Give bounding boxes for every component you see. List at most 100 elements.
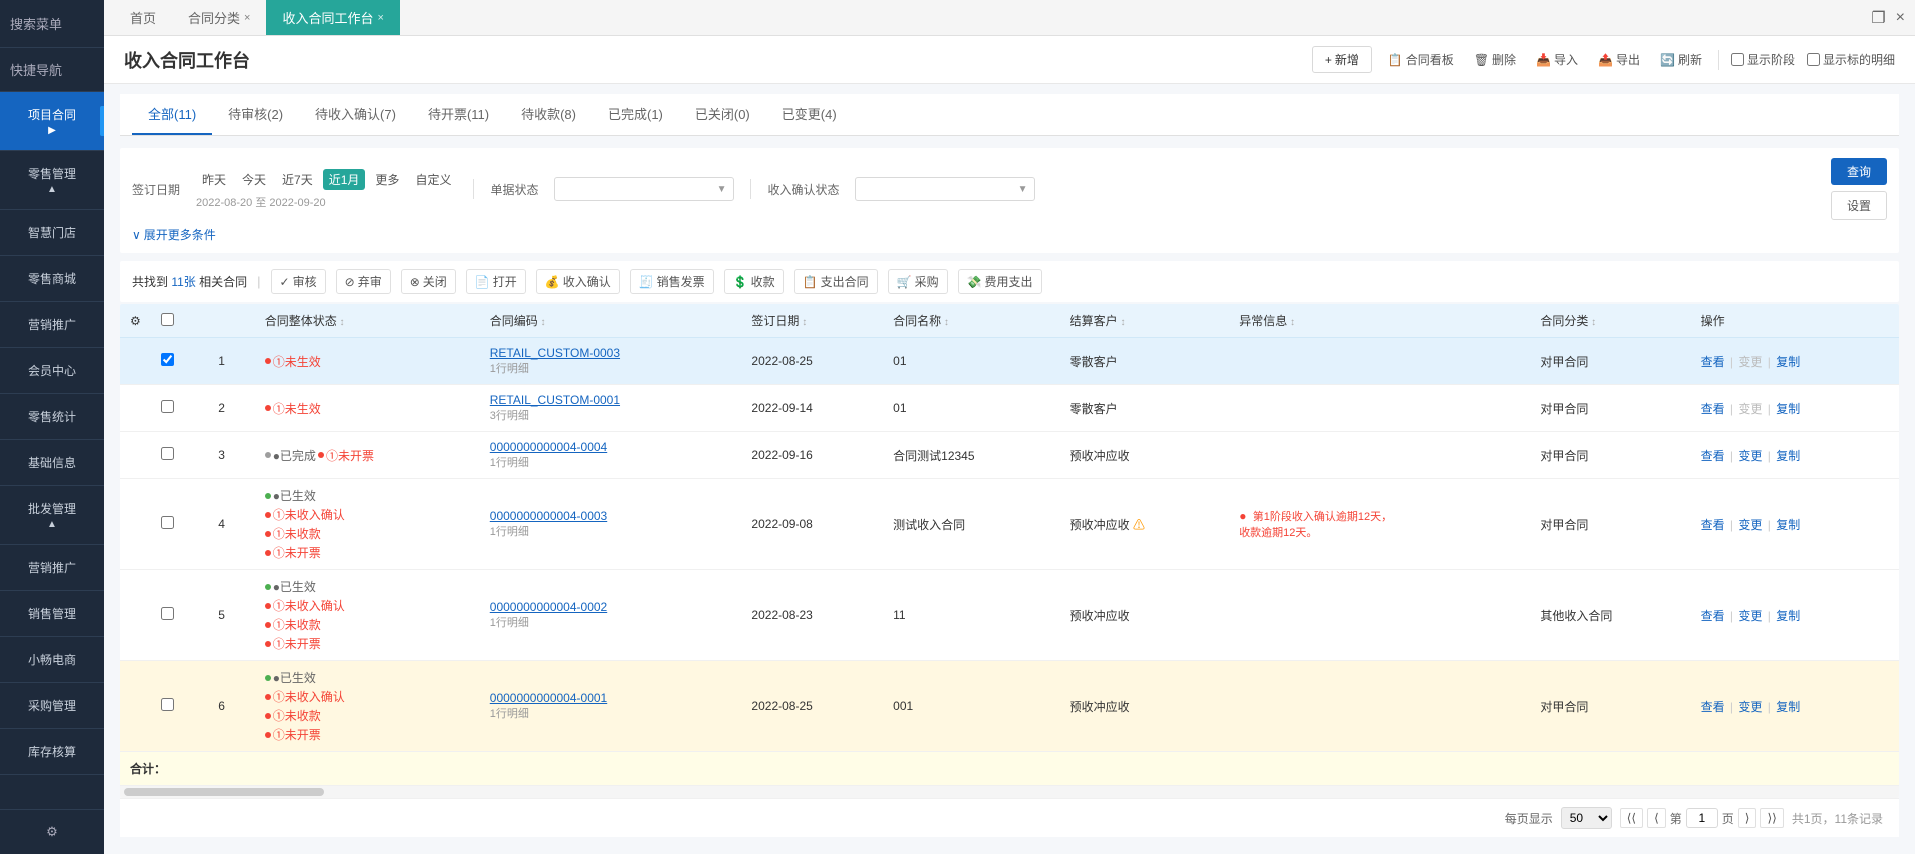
sidebar-item-retail-stats[interactable]: 零售统计	[0, 394, 104, 440]
exception-info-column[interactable]: 异常信息	[1229, 304, 1530, 338]
tab-income-contract[interactable]: 收入合同工作台 ×	[266, 0, 399, 35]
per-page-select[interactable]: 50 10 20 100	[1561, 807, 1612, 829]
row-checkbox[interactable]	[161, 400, 174, 413]
window-restore-icon[interactable]: ❐	[1871, 8, 1885, 28]
last1month-btn[interactable]: 近1月	[323, 169, 366, 190]
kanban-button[interactable]: 📋 合同看板	[1384, 49, 1458, 70]
last7-btn[interactable]: 近7天	[276, 169, 319, 190]
abandon-button[interactable]: ⊘ 弃审	[336, 269, 391, 294]
next-page-button[interactable]: ⟩	[1738, 808, 1757, 828]
sidebar-item-xiaochangec[interactable]: 小畅电商	[0, 637, 104, 683]
export-button[interactable]: 📤 导出	[1594, 49, 1644, 70]
gear-cell[interactable]	[120, 479, 151, 570]
sign-date-column[interactable]: 签订日期	[741, 304, 883, 338]
gear-cell[interactable]	[120, 432, 151, 479]
filter-tab-completed[interactable]: 已完成(1)	[592, 94, 679, 135]
sidebar-item-marketing2[interactable]: 营销推广	[0, 545, 104, 591]
contract-name-column[interactable]: 合同名称	[883, 304, 1060, 338]
sidebar-item-marketing[interactable]: 营销推广	[0, 302, 104, 348]
first-page-button[interactable]: ⟨⟨	[1620, 808, 1643, 828]
today-btn[interactable]: 今天	[236, 169, 272, 190]
gear-cell[interactable]	[120, 661, 151, 752]
print-button[interactable]: 📄 打开	[466, 269, 526, 294]
view-button[interactable]: 查看	[1701, 518, 1725, 532]
filter-tab-pending-income[interactable]: 待收入确认(7)	[299, 94, 412, 135]
sidebar-item-smart-store[interactable]: 智慧门店	[0, 210, 104, 256]
view-button[interactable]: 查看	[1701, 700, 1725, 714]
horizontal-scrollbar[interactable]	[120, 786, 1899, 798]
window-close-icon[interactable]: ×	[1896, 9, 1905, 27]
show-fields-checkbox[interactable]: 显示阶段	[1731, 51, 1795, 68]
change-button[interactable]: 变更	[1738, 609, 1762, 623]
close-icon[interactable]: ×	[244, 12, 250, 24]
row-checkbox[interactable]	[161, 516, 174, 529]
income-status-select[interactable]	[855, 177, 1035, 201]
collect-button[interactable]: 💲 收款	[724, 269, 784, 294]
sidebar-item-wholesale-mgmt[interactable]: 批发管理 ▲	[0, 486, 104, 545]
copy-button[interactable]: 复制	[1776, 402, 1800, 416]
view-button[interactable]: 查看	[1701, 355, 1725, 369]
row-checkbox[interactable]	[161, 607, 174, 620]
select-all-checkbox[interactable]	[161, 313, 174, 326]
close-icon[interactable]: ×	[377, 12, 383, 24]
add-button[interactable]: + 新增	[1312, 46, 1372, 73]
expense-button[interactable]: 💸 费用支出	[958, 269, 1042, 294]
gear-cell[interactable]	[120, 570, 151, 661]
checkbox-column[interactable]	[151, 304, 208, 338]
page-number-input[interactable]	[1686, 808, 1718, 828]
copy-button[interactable]: 复制	[1776, 355, 1800, 369]
show-details-input[interactable]	[1807, 53, 1820, 66]
settings-button[interactable]: 设置	[1831, 191, 1887, 220]
row-checkbox[interactable]	[161, 698, 174, 711]
contract-code-link[interactable]: 0000000000004-0002	[490, 600, 607, 614]
more-btn[interactable]: 更多	[369, 169, 405, 190]
sidebar-settings[interactable]: ⚙	[0, 809, 104, 854]
change-button[interactable]: 变更	[1738, 518, 1762, 532]
contract-code-column[interactable]: 合同编码	[480, 304, 742, 338]
tab-home[interactable]: 首页	[114, 0, 172, 35]
filter-tab-pending-payment[interactable]: 待收款(8)	[505, 94, 592, 135]
contract-code-link[interactable]: 0000000000004-0003	[490, 509, 607, 523]
sidebar-quick-nav[interactable]: 快捷导航	[0, 48, 104, 92]
filter-tab-pending-invoice[interactable]: 待开票(11)	[412, 94, 505, 135]
copy-button[interactable]: 复制	[1776, 449, 1800, 463]
show-fields-input[interactable]	[1731, 53, 1744, 66]
change-button[interactable]: 变更	[1738, 700, 1762, 714]
refresh-button[interactable]: 🔄 刷新	[1656, 49, 1706, 70]
doc-status-select[interactable]	[554, 177, 734, 201]
purchase-button[interactable]: 🛒 采购	[888, 269, 948, 294]
contract-code-link[interactable]: RETAIL_CUSTOM-0003	[490, 346, 620, 360]
out-contract-button[interactable]: 📋 支出合同	[794, 269, 878, 294]
row-checkbox[interactable]	[161, 447, 174, 460]
audit-button[interactable]: ✓ 审核	[271, 269, 326, 294]
expand-conditions-btn[interactable]: ∨ 展开更多条件	[132, 226, 1887, 243]
import-button[interactable]: 📥 导入	[1532, 49, 1582, 70]
contract-category-column[interactable]: 合同分类	[1530, 304, 1690, 338]
checkbox-cell[interactable]	[151, 661, 208, 752]
sidebar-item-inventory[interactable]: 库存核算	[0, 729, 104, 775]
last-page-button[interactable]: ⟩⟩	[1760, 808, 1783, 828]
contract-code-link[interactable]: RETAIL_CUSTOM-0001	[490, 393, 620, 407]
change-button[interactable]: 变更	[1738, 449, 1762, 463]
query-button[interactable]: 查询	[1831, 158, 1887, 185]
tab-contract-category[interactable]: 合同分类 ×	[172, 0, 266, 35]
contract-code-link[interactable]: 0000000000004-0004	[490, 440, 607, 454]
copy-button[interactable]: 复制	[1776, 609, 1800, 623]
checkbox-cell[interactable]	[151, 385, 208, 432]
income-confirm-button[interactable]: 💰 收入确认	[536, 269, 620, 294]
scroll-thumb[interactable]	[124, 788, 324, 796]
filter-tab-pending-review[interactable]: 待审核(2)	[212, 94, 299, 135]
show-details-checkbox[interactable]: 显示标的明细	[1807, 51, 1895, 68]
prev-page-button[interactable]: ⟨	[1647, 808, 1666, 828]
sidebar-item-purchase-mgmt[interactable]: 采购管理	[0, 683, 104, 729]
sidebar-item-retail-commerce[interactable]: 零售商城	[0, 256, 104, 302]
filter-tab-changed[interactable]: 已变更(4)	[766, 94, 853, 135]
gear-column[interactable]: ⚙	[120, 304, 151, 338]
checkbox-cell[interactable]	[151, 432, 208, 479]
contract-status-column[interactable]: 合同整体状态	[255, 304, 480, 338]
close-contract-button[interactable]: ⊗ 关闭	[401, 269, 456, 294]
sidebar-item-project-contract[interactable]: 项目合同 ▶	[0, 92, 104, 151]
checkbox-cell[interactable]	[151, 338, 208, 385]
row-checkbox[interactable]	[161, 353, 174, 366]
delete-button[interactable]: 🗑 删除	[1470, 49, 1520, 70]
